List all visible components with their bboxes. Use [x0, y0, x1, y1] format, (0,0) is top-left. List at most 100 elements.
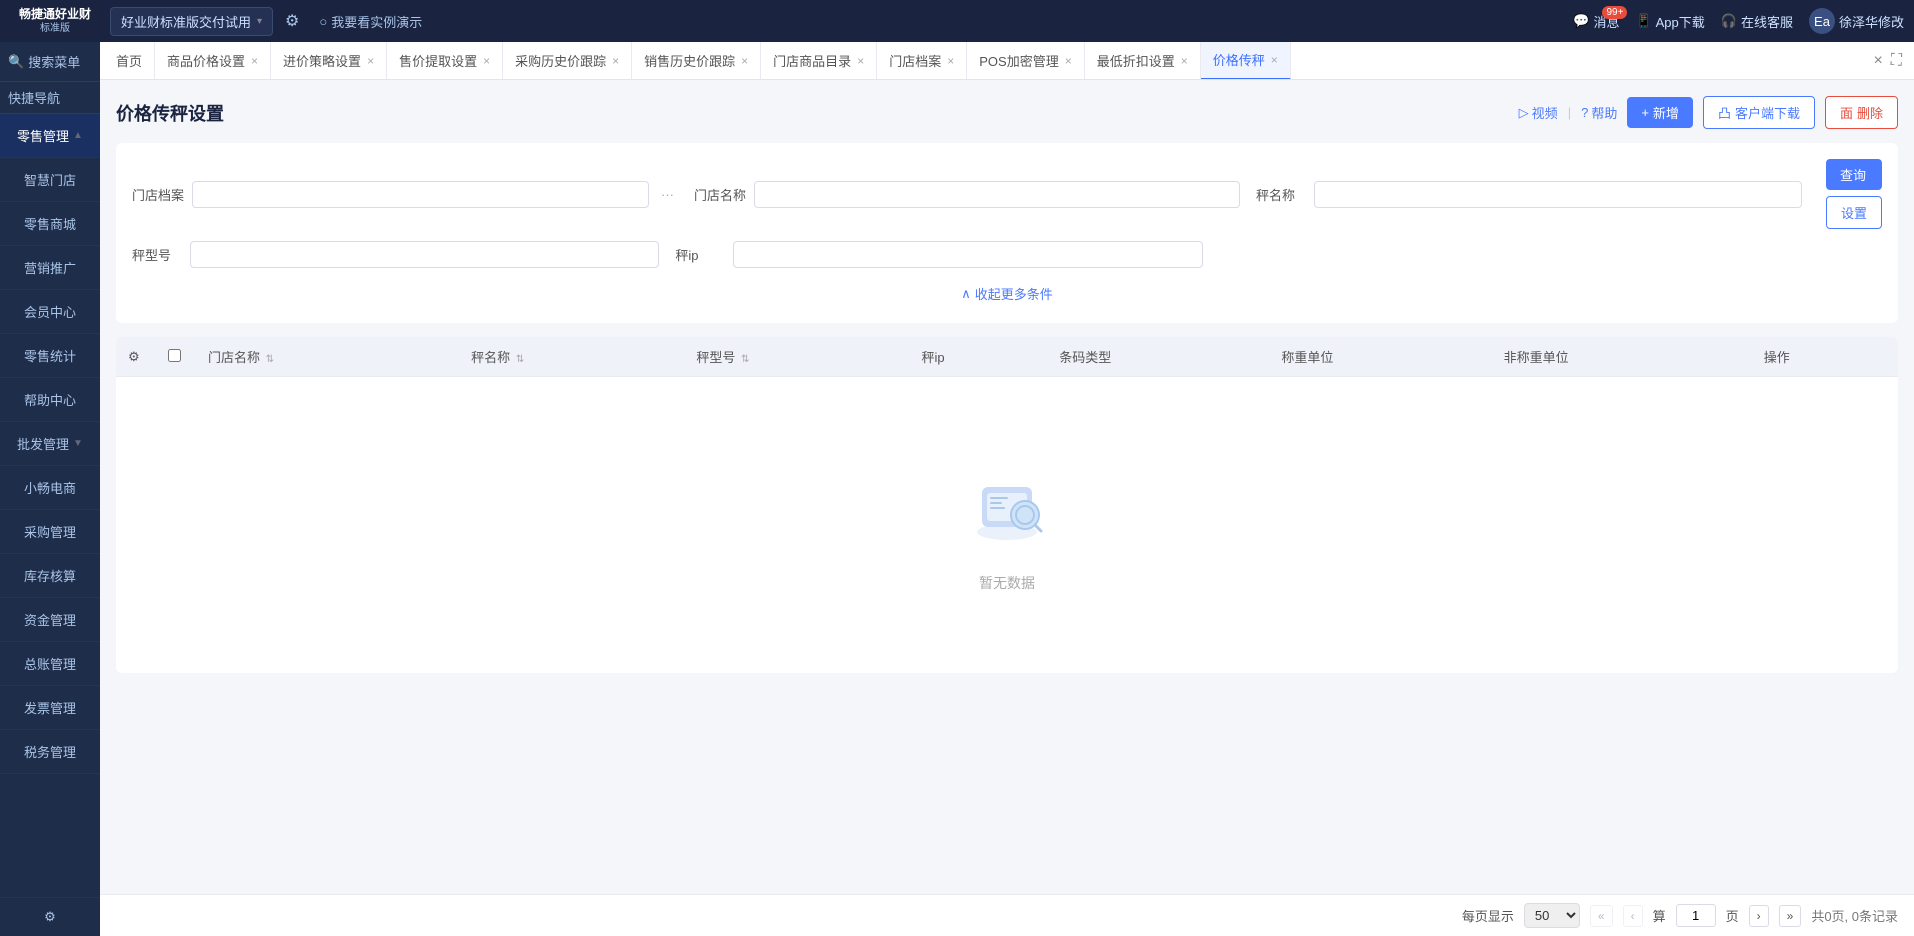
th-barcode-type: 条码类型 [1047, 337, 1269, 377]
tab-store-files[interactable]: 门店档案 × [877, 42, 967, 80]
user-menu-button[interactable]: Ea 徐泽华修改 [1809, 8, 1904, 34]
th-checkbox[interactable] [156, 337, 196, 377]
maximize-button[interactable]: ⛶ [1891, 52, 1902, 70]
video-link[interactable]: ▷ 视频 [1519, 103, 1558, 122]
th-scale-name[interactable]: 秤名称 ⇅ [459, 337, 684, 377]
select-all-checkbox[interactable] [168, 349, 181, 362]
sidebar-item-label: 小畅电商 [24, 481, 76, 496]
demo-link[interactable]: ○ 我要看实例演示 [319, 12, 422, 31]
filter-store-name-input[interactable] [754, 181, 1240, 208]
sidebar: 🔍 搜索菜单 快捷导航 零售管理 ▲ 智慧门店 零售商城 营销推广 会员中心 零… [0, 42, 100, 936]
th-store-name[interactable]: 门店名称 ⇅ [196, 337, 459, 377]
sidebar-item-label: 总账管理 [24, 657, 76, 672]
sidebar-quick-nav[interactable]: 快捷导航 [0, 82, 100, 114]
sidebar-item-finance[interactable]: 资金管理 [0, 598, 100, 642]
tab-label: 售价提取设置 [399, 51, 477, 70]
download-label: 客户端下载 [1735, 103, 1800, 122]
sidebar-item-label: 发票管理 [24, 701, 76, 716]
sidebar-settings-button[interactable]: ⚙ [0, 897, 100, 936]
tab-home[interactable]: 首页 [104, 42, 155, 80]
first-page-button[interactable]: « [1590, 905, 1613, 927]
filter-store-files-input[interactable] [192, 181, 649, 208]
close-icon[interactable]: × [1271, 53, 1278, 67]
settings-button[interactable]: 设置 [1826, 196, 1882, 229]
close-icon[interactable]: × [947, 54, 954, 68]
video-label: 视频 [1532, 103, 1558, 122]
ellipsis-icon[interactable]: ··· [657, 187, 678, 202]
sidebar-item-tax[interactable]: 税务管理 [0, 730, 100, 774]
app-logo-sub: 标准版 [40, 22, 70, 35]
tab-product-price[interactable]: 商品价格设置 × [155, 42, 271, 80]
query-button[interactable]: 查询 [1826, 159, 1882, 190]
help-link[interactable]: ? 帮助 [1581, 103, 1617, 122]
delete-icon: 面 [1840, 103, 1853, 122]
sidebar-item-label: 智慧门店 [24, 173, 76, 188]
add-button[interactable]: + 新增 [1627, 97, 1693, 128]
filter-scale-name-input[interactable] [1314, 181, 1802, 208]
sidebar-search[interactable]: 🔍 搜索菜单 [0, 42, 100, 82]
th-scale-model-label: 秤型号 [696, 350, 735, 365]
app-download-button[interactable]: 📱 App下载 [1635, 12, 1704, 31]
close-icon[interactable]: × [1181, 54, 1188, 68]
tab-label: 门店商品目录 [773, 51, 851, 70]
sidebar-item-general-ledger[interactable]: 总账管理 [0, 642, 100, 686]
th-scale-model[interactable]: 秤型号 ⇅ [684, 337, 909, 377]
tab-pos-management[interactable]: POS加密管理 × [967, 42, 1084, 80]
sidebar-item-label: 会员中心 [24, 305, 76, 320]
sidebar-item-invoice[interactable]: 发票管理 [0, 686, 100, 730]
filter-scale-ip-input[interactable] [733, 241, 1202, 268]
th-gear[interactable]: ⚙ [116, 337, 156, 377]
close-icon[interactable]: × [251, 54, 258, 68]
sidebar-item-retail-mall[interactable]: 零售商城 [0, 202, 100, 246]
current-page-input[interactable] [1676, 904, 1716, 927]
sidebar-item-ecommerce[interactable]: 小畅电商 [0, 466, 100, 510]
page-size-select[interactable]: 50 10 20 100 [1524, 903, 1580, 928]
online-service-button[interactable]: 🎧 在线客服 [1721, 12, 1793, 31]
divider: | [1568, 105, 1571, 120]
tab-store-catalog[interactable]: 门店商品目录 × [761, 42, 877, 80]
prev-page-button[interactable]: ‹ [1623, 905, 1643, 927]
topbar-settings-button[interactable]: ⚙ [281, 7, 303, 35]
collapse-filter-button[interactable]: ∧ 收起更多条件 [132, 280, 1882, 307]
messages-button[interactable]: 💬 消息 99+ [1573, 12, 1619, 31]
tab-purchase-strategy[interactable]: 进价策略设置 × [271, 42, 387, 80]
filter-scale-model-input[interactable] [190, 241, 659, 268]
sidebar-item-retail-stats[interactable]: 零售统计 [0, 334, 100, 378]
next-page-button[interactable]: › [1749, 905, 1769, 927]
tab-sales-history[interactable]: 销售历史价跟踪 × [632, 42, 761, 80]
close-icon[interactable]: × [612, 54, 619, 68]
th-non-weight-unit: 非称重单位 [1492, 337, 1752, 377]
tab-sale-price[interactable]: 售价提取设置 × [387, 42, 503, 80]
close-icon[interactable]: × [1065, 54, 1072, 68]
sidebar-item-label: 零售商城 [24, 217, 76, 232]
sidebar-item-smart-store[interactable]: 智慧门店 [0, 158, 100, 202]
sidebar-item-help-center[interactable]: 帮助中心 [0, 378, 100, 422]
video-icon: ▷ [1519, 105, 1529, 121]
sidebar-item-retail-management[interactable]: 零售管理 ▲ [0, 114, 100, 158]
sidebar-item-marketing[interactable]: 营销推广 [0, 246, 100, 290]
tab-price-transfer[interactable]: 价格传秤 × [1201, 42, 1291, 80]
main-layout: 🔍 搜索菜单 快捷导航 零售管理 ▲ 智慧门店 零售商城 营销推广 会员中心 零… [0, 42, 1914, 936]
demo-icon: ○ [319, 14, 327, 29]
sidebar-item-inventory[interactable]: 库存核算 [0, 554, 100, 598]
tab-purchase-history[interactable]: 采购历史价跟踪 × [503, 42, 632, 80]
sidebar-item-label: 批发管理 [17, 434, 69, 453]
close-icon[interactable]: × [741, 54, 748, 68]
sort-icon: ⇅ [266, 354, 274, 365]
version-selector[interactable]: 好业财标准版交付试用 ▾ [110, 7, 273, 36]
sidebar-item-purchase[interactable]: 采购管理 [0, 510, 100, 554]
close-icon[interactable]: × [483, 54, 490, 68]
download-client-button[interactable]: 凸 客户端下载 [1703, 96, 1815, 129]
delete-button[interactable]: 面 删除 [1825, 96, 1898, 129]
close-icon[interactable]: × [857, 54, 864, 68]
tab-label: 价格传秤 [1213, 50, 1265, 69]
tab-label: 销售历史价跟踪 [644, 51, 735, 70]
page-prefix: 算 [1653, 906, 1666, 925]
close-icon[interactable]: × [367, 54, 374, 68]
close-all-tabs-button[interactable]: × [1873, 52, 1882, 70]
sidebar-item-wholesale[interactable]: 批发管理 ▼ [0, 422, 100, 466]
tab-min-discount[interactable]: 最低折扣设置 × [1085, 42, 1201, 80]
sidebar-item-member-center[interactable]: 会员中心 [0, 290, 100, 334]
messages-badge: 99+ [1602, 6, 1627, 19]
last-page-button[interactable]: » [1779, 905, 1802, 927]
